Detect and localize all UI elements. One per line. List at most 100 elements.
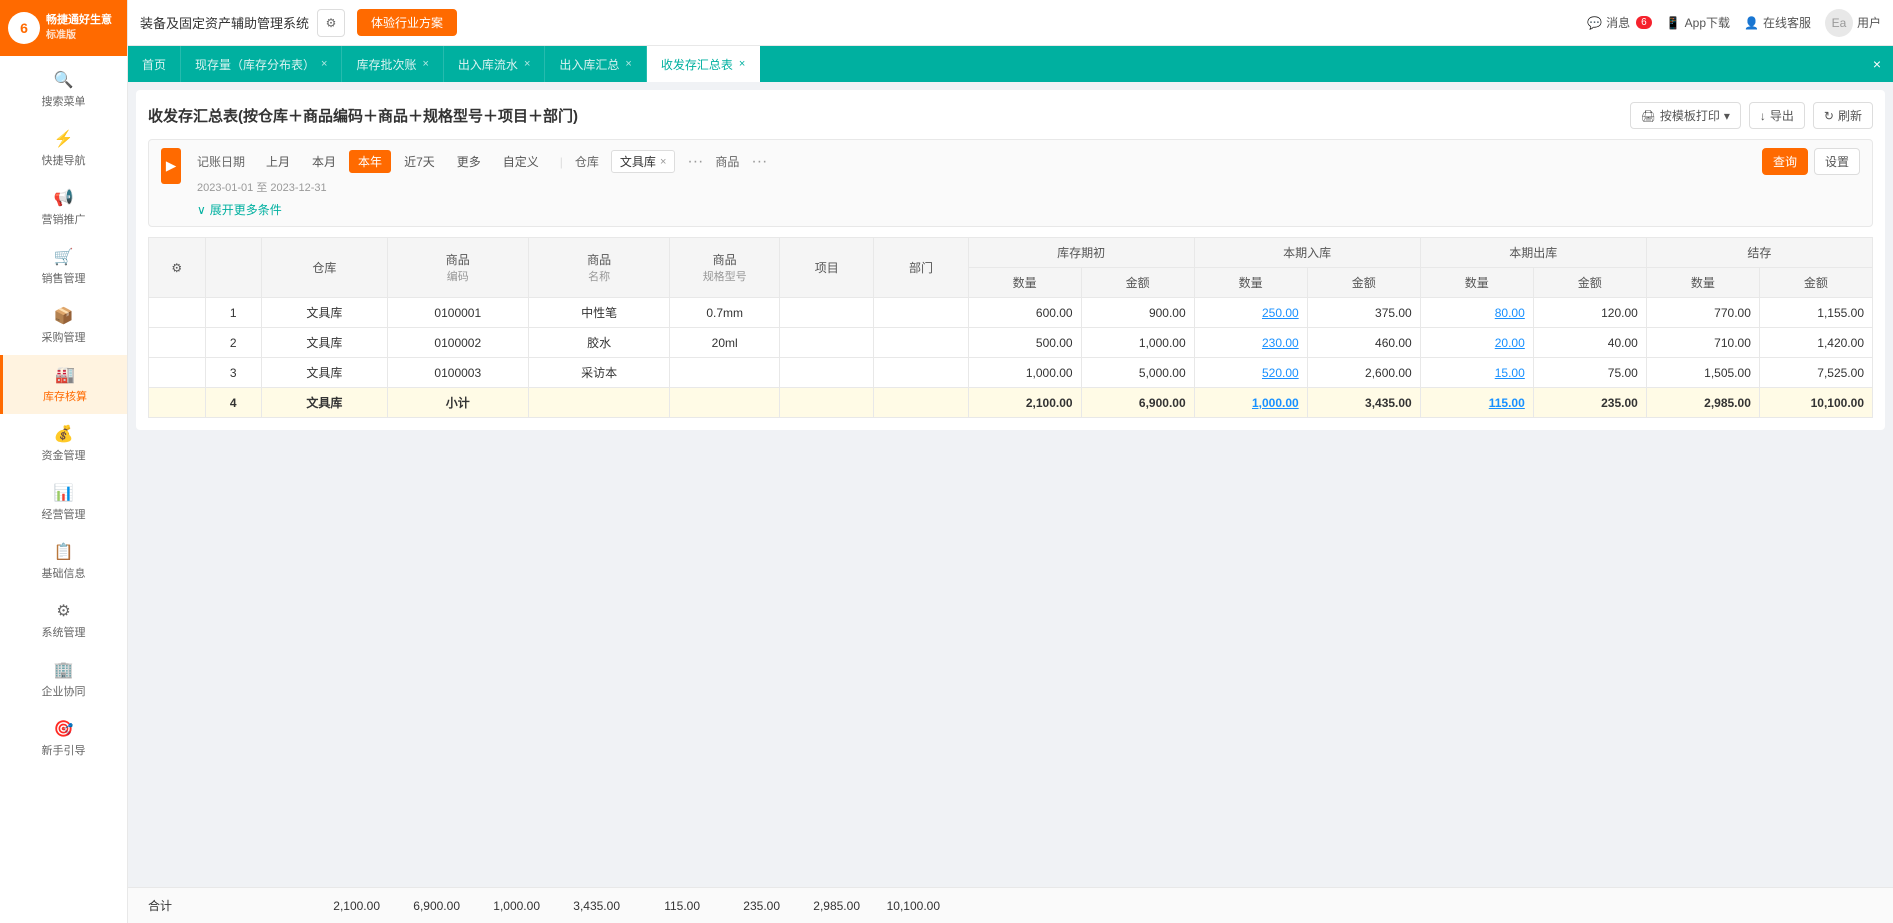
sidebar-item-inventory[interactable]: 🏭 库存核算 — [0, 355, 127, 414]
sidebar-item-operations[interactable]: 📊 经营管理 — [0, 473, 127, 532]
finance-icon: 💰 — [54, 424, 74, 444]
date-btn-this-year[interactable]: 本年 — [349, 150, 391, 173]
sidebar-item-corp[interactable]: 🏢 企业协同 — [0, 650, 127, 709]
warehouse-more-button[interactable]: ··· — [687, 153, 703, 171]
trial-button[interactable]: 体验行业方案 — [357, 9, 457, 36]
print-button[interactable]: 🖨 按模板打印 ▾ — [1630, 102, 1741, 129]
subtotal-balance-amt: 10,100.00 — [1759, 388, 1872, 418]
subtotal-in-qty: 1,000.00 — [1194, 388, 1307, 418]
tab-inventory-dist[interactable]: 现存量（库存分布表） × — [181, 46, 342, 82]
row1-opening-amt: 900.00 — [1081, 298, 1194, 328]
col-out-qty-header: 数量 — [1420, 268, 1533, 298]
user-menu[interactable]: Ea 用户 — [1825, 9, 1881, 37]
row3-in-qty[interactable]: 520.00 — [1194, 358, 1307, 388]
total-out-amt: 235.00 — [708, 899, 788, 913]
system-icon: ⚙ — [56, 601, 70, 621]
row2-opening-qty: 500.00 — [968, 328, 1081, 358]
topbar: 装备及固定资产辅助管理系统 ⚙ 体验行业方案 💬 消息 6 📱 App下载 👤 … — [128, 0, 1893, 46]
tab-close-io-summary[interactable]: × — [625, 58, 631, 70]
subtotal-empty4 — [874, 388, 968, 418]
row2-num: 2 — [205, 328, 262, 358]
tab-receipt-summary[interactable]: 收发存汇总表 × — [647, 46, 760, 82]
query-button[interactable]: 查询 — [1762, 148, 1808, 175]
row2-out-qty[interactable]: 20.00 — [1420, 328, 1533, 358]
tab-home[interactable]: 首页 — [128, 46, 181, 82]
data-table: ⚙ 仓库 商品 编码 商品 名称 — [148, 237, 1873, 418]
col-in-qty-header: 数量 — [1194, 268, 1307, 298]
operations-icon: 📊 — [54, 483, 74, 503]
row1-spec: 0.7mm — [670, 298, 780, 328]
row3-settings — [149, 358, 206, 388]
col-balance-amt-header: 金额 — [1759, 268, 1872, 298]
data-table-container: ⚙ 仓库 商品 编码 商品 名称 — [148, 237, 1873, 418]
tab-batch-account[interactable]: 库存批次账 × — [342, 46, 443, 82]
date-btn-more[interactable]: 更多 — [448, 150, 490, 173]
row1-settings — [149, 298, 206, 328]
tab-close-inventory-dist[interactable]: × — [321, 58, 327, 70]
row1-in-qty[interactable]: 250.00 — [1194, 298, 1307, 328]
tab-io-summary[interactable]: 出入库汇总 × — [545, 46, 646, 82]
sidebar-item-finance[interactable]: 💰 资金管理 — [0, 414, 127, 473]
warehouse-label: 仓库 — [575, 153, 599, 170]
sidebar-item-quick-nav[interactable]: ⚡ 快捷导航 — [0, 119, 127, 178]
subtotal-opening-qty: 2,100.00 — [968, 388, 1081, 418]
phone-icon: 📱 — [1666, 16, 1681, 30]
sidebar-item-purchase[interactable]: 📦 采购管理 — [0, 296, 127, 355]
subtotal-row: 4 文具库 小计 2,100.00 6,900.00 1,000.00 3,43… — [149, 388, 1873, 418]
tab-io-flow[interactable]: 出入库流水 × — [444, 46, 545, 82]
total-label: 合计 — [128, 897, 308, 914]
page-header: 收发存汇总表(按仓库＋商品编码＋商品＋规格型号＋项目＋部门) 🖨 按模板打印 ▾… — [148, 102, 1873, 129]
sidebar-item-newbie[interactable]: 🎯 新手引导 — [0, 709, 127, 768]
row2-name: 胶水 — [528, 328, 669, 358]
marketing-icon: 📢 — [54, 188, 74, 208]
date-btn-7days[interactable]: 近7天 — [395, 150, 444, 173]
sidebar-item-marketing[interactable]: 📢 营销推广 — [0, 178, 127, 237]
date-btn-custom[interactable]: 自定义 — [494, 150, 548, 173]
refresh-button[interactable]: ↻ 刷新 — [1813, 102, 1873, 129]
row3-project — [780, 358, 874, 388]
goods-label: 商品 — [715, 153, 739, 170]
row3-balance-qty: 1,505.00 — [1646, 358, 1759, 388]
subtotal-balance-qty: 2,985.00 — [1646, 388, 1759, 418]
message-button[interactable]: 💬 消息 6 — [1587, 14, 1652, 31]
warehouse-remove-button[interactable]: × — [660, 156, 666, 168]
col-balance-group-header: 结存 — [1646, 238, 1872, 268]
row3-out-qty[interactable]: 15.00 — [1420, 358, 1533, 388]
sidebar-item-search[interactable]: 🔍 搜索菜单 — [0, 60, 127, 119]
export-button[interactable]: ↓ 导出 — [1749, 102, 1805, 129]
subtotal-warehouse: 文具库 — [262, 388, 388, 418]
sales-icon: 🛒 — [54, 247, 74, 267]
sidebar-item-system[interactable]: ⚙ 系统管理 — [0, 591, 127, 650]
tab-close-batch-account[interactable]: × — [422, 58, 428, 70]
column-settings-icon[interactable]: ⚙ — [171, 261, 182, 275]
date-btn-this-month[interactable]: 本月 — [303, 150, 345, 173]
table-header-group-row: ⚙ 仓库 商品 编码 商品 名称 — [149, 238, 1873, 268]
close-all-tabs-button[interactable]: × — [1861, 46, 1893, 82]
col-dept-header: 部门 — [874, 238, 968, 298]
row2-in-qty[interactable]: 230.00 — [1194, 328, 1307, 358]
col-project-header: 项目 — [780, 238, 874, 298]
sidebar-item-sales[interactable]: 🛒 销售管理 — [0, 237, 127, 296]
col-in-amt-header: 金额 — [1307, 268, 1420, 298]
sidebar-item-basic-info[interactable]: 📋 基础信息 — [0, 532, 127, 591]
tab-close-receipt-summary[interactable]: × — [739, 58, 745, 70]
row2-code: 0100002 — [387, 328, 528, 358]
row1-project — [780, 298, 874, 328]
message-badge: 6 — [1636, 16, 1652, 29]
date-btn-last-month[interactable]: 上月 — [257, 150, 299, 173]
row2-dept — [874, 328, 968, 358]
row3-dept — [874, 358, 968, 388]
gear-button[interactable]: ⚙ — [317, 9, 345, 37]
goods-more-button[interactable]: ··· — [751, 153, 767, 171]
subtotal-settings — [149, 388, 206, 418]
settings-filter-button[interactable]: 设置 — [1814, 148, 1860, 175]
filter-toggle-button[interactable]: ▶ — [161, 148, 181, 184]
row1-out-qty[interactable]: 80.00 — [1420, 298, 1533, 328]
message-icon: 💬 — [1587, 16, 1602, 30]
app-download-button[interactable]: 📱 App下载 — [1666, 14, 1730, 31]
expand-filter-button[interactable]: ∨ 展开更多条件 — [197, 201, 1860, 218]
online-service-button[interactable]: 👤 在线客服 — [1744, 14, 1811, 31]
row1-balance-qty: 770.00 — [1646, 298, 1759, 328]
logo-icon: 6 — [8, 12, 40, 44]
tab-close-io-flow[interactable]: × — [524, 58, 530, 70]
